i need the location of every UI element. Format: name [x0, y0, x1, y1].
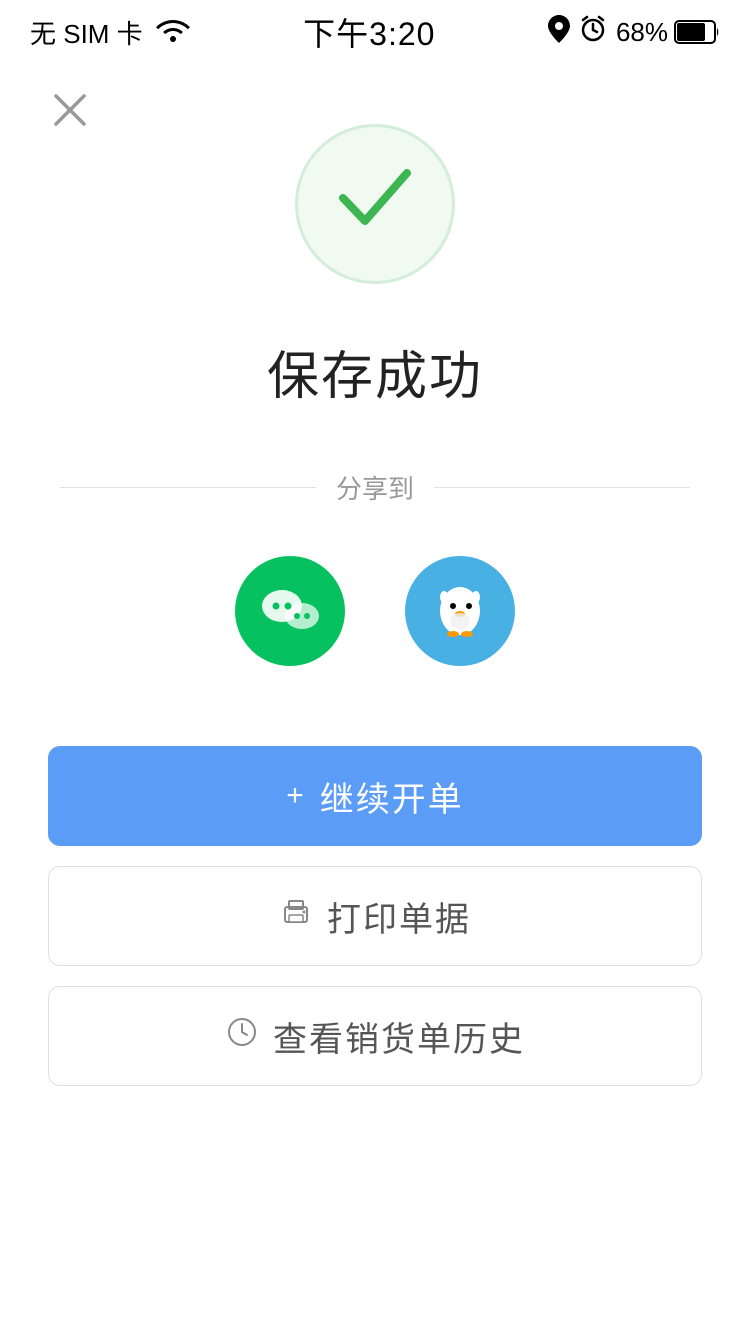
success-title: 保存成功 — [267, 334, 483, 409]
alarm-icon — [580, 15, 606, 50]
action-buttons: + 继续开单 打印单据 查看销货单历史 — [0, 746, 750, 1086]
share-icons — [235, 556, 515, 666]
battery-container: 68% — [616, 17, 720, 48]
print-icon — [279, 895, 313, 937]
plus-icon: + — [286, 779, 306, 813]
success-circle — [295, 124, 455, 284]
status-time: 下午3:20 — [303, 9, 435, 55]
status-right: 68% — [548, 15, 720, 50]
qq-share-button[interactable] — [405, 556, 515, 666]
battery-text: 68% — [616, 17, 668, 48]
location-icon — [548, 15, 570, 50]
close-button[interactable] — [40, 80, 100, 140]
history-label: 查看销货单历史 — [273, 1012, 525, 1061]
continue-label: 继续开单 — [320, 772, 464, 821]
wechat-share-button[interactable] — [235, 556, 345, 666]
success-checkmark — [335, 163, 415, 246]
print-label: 打印单据 — [327, 892, 471, 941]
wifi-icon — [155, 16, 191, 49]
print-button[interactable]: 打印单据 — [48, 866, 702, 966]
carrier-text: 无 SIM 卡 — [30, 14, 143, 51]
share-label: 分享到 — [316, 469, 434, 506]
history-button[interactable]: 查看销货单历史 — [48, 986, 702, 1086]
divider-line-left — [60, 487, 316, 488]
clock-icon — [225, 1015, 259, 1057]
share-divider: 分享到 — [0, 469, 750, 506]
continue-button[interactable]: + 继续开单 — [48, 746, 702, 846]
status-left: 无 SIM 卡 — [30, 14, 191, 51]
divider-line-right — [434, 487, 690, 488]
status-bar: 无 SIM 卡 下午3:20 68% — [0, 0, 750, 64]
battery-icon — [674, 20, 720, 44]
main-content: 保存成功 分享到 — [0, 64, 750, 1086]
